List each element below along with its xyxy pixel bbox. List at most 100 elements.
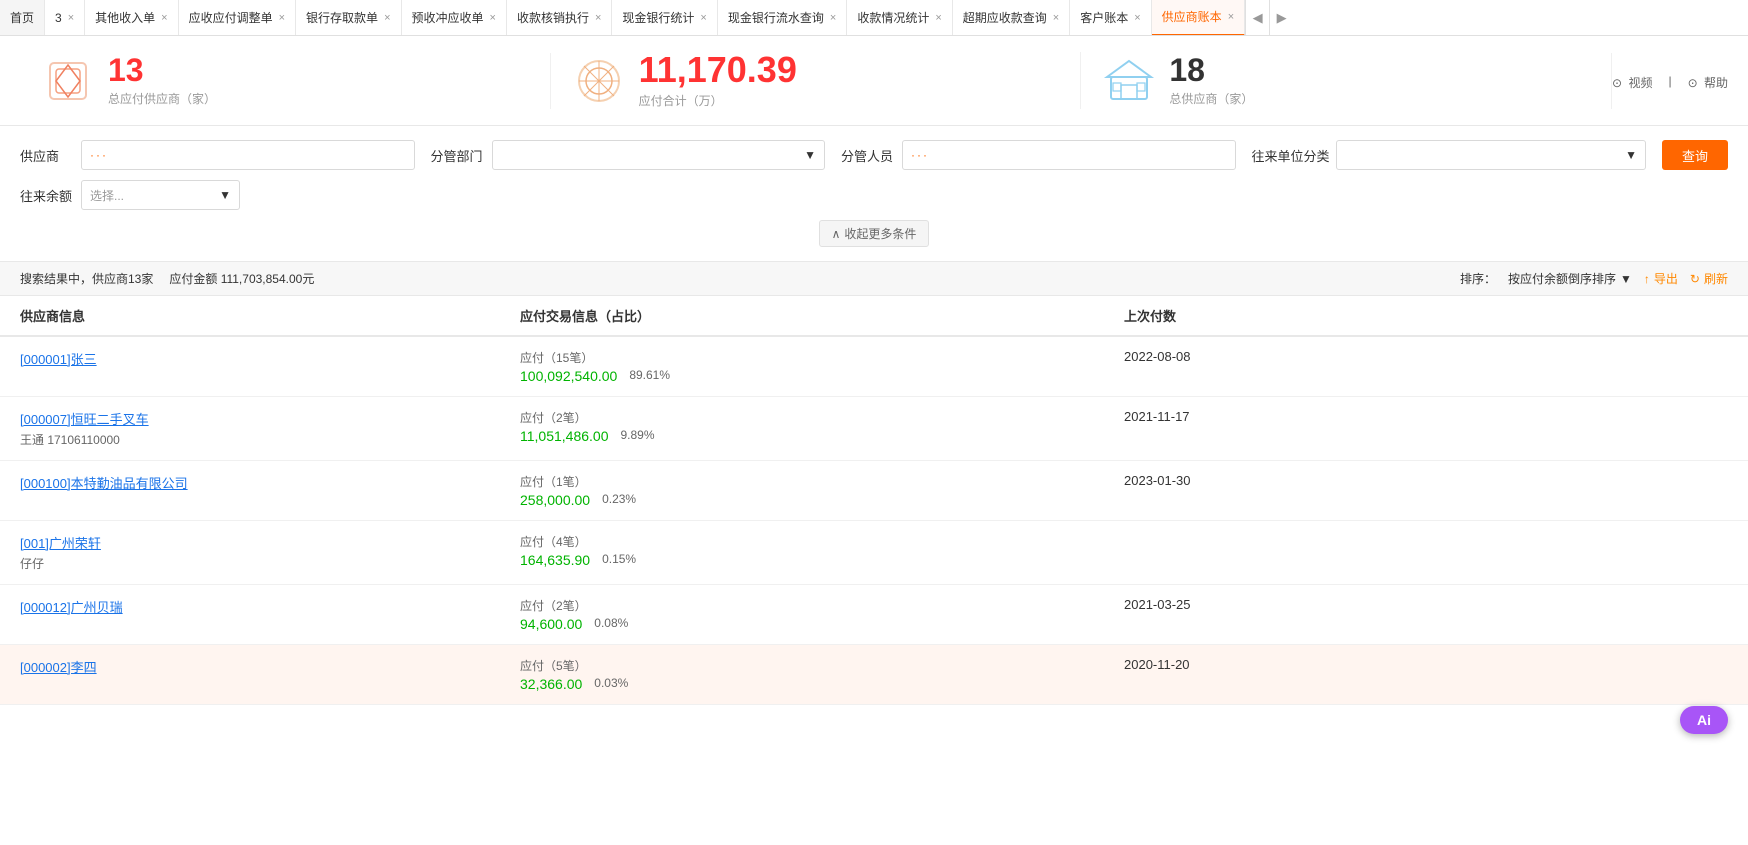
nav-tab-customer-account-label: 客户账本 — [1080, 9, 1128, 26]
tx-row-5: 32,366.00 0.03% — [520, 674, 1124, 692]
category-filter-select[interactable]: ▼ — [1336, 140, 1646, 170]
dots-icon: ··· — [911, 148, 929, 162]
table-row: [000002]李四 应付（5笔） 32,366.00 0.03% 2020-1… — [0, 645, 1748, 705]
supplier-info-4: [000012]广州贝瑞 — [20, 597, 520, 616]
summary-info-2: 11,170.39 应付合计（万） — [639, 52, 797, 109]
tx-label-3: 应付（4笔） — [520, 533, 1124, 550]
nav-tab-cash-bank-stat[interactable]: 现金银行统计 × — [612, 0, 717, 36]
help-link[interactable]: ⊙ 帮助 — [1688, 74, 1728, 91]
tx-amount-4[interactable]: 94,600.00 — [520, 616, 582, 632]
chevron-down-icon: ▼ — [1620, 272, 1632, 286]
supplier-info-2: [000100]本特勤油品有限公司 — [20, 473, 520, 492]
tx-amount-3[interactable]: 164,635.90 — [520, 552, 590, 568]
refresh-button[interactable]: ↻ 刷新 — [1690, 270, 1728, 287]
summary-info-1: 13 总应付供应商（家） — [108, 54, 216, 107]
sort-select[interactable]: 按应付余额倒序排序 ▼ — [1508, 270, 1632, 287]
close-icon[interactable]: × — [1053, 12, 1059, 24]
tx-amount-1[interactable]: 11,051,486.00 — [520, 428, 609, 444]
tx-amount-5[interactable]: 32,366.00 — [520, 676, 582, 692]
last-pay-5: 2020-11-20 — [1124, 657, 1728, 672]
tx-percent-5: 0.03% — [594, 676, 628, 690]
close-icon[interactable]: × — [595, 12, 601, 24]
close-icon[interactable]: × — [1228, 11, 1234, 23]
supplier-link-4[interactable]: [000012]广州贝瑞 — [20, 597, 520, 616]
supplier-filter-input[interactable]: ··· — [81, 140, 415, 170]
nav-tab-advance[interactable]: 预收冲应收单 × — [402, 0, 507, 36]
nav-tab-advance-label: 预收冲应收单 — [412, 9, 484, 26]
close-icon[interactable]: × — [279, 12, 285, 24]
close-icon[interactable]: × — [935, 12, 941, 24]
filter-balance: 往来余额 选择... ▼ — [20, 180, 240, 210]
nav-tab-bank-deposit[interactable]: 银行存取款单 × — [296, 0, 401, 36]
close-icon[interactable]: × — [490, 12, 496, 24]
nav-tab-ar-adjust[interactable]: 应收应付调整单 × — [179, 0, 296, 36]
result-amount: 应付金额 111,703,854.00元 — [169, 270, 314, 287]
tx-row-4: 94,600.00 0.08% — [520, 614, 1124, 632]
total-supplier-count: 18 — [1169, 54, 1253, 86]
query-button[interactable]: 查询 — [1662, 140, 1728, 170]
tx-percent-4: 0.08% — [594, 616, 628, 630]
close-icon[interactable]: × — [161, 12, 167, 24]
nav-tab-3-close[interactable]: × — [68, 12, 74, 24]
close-icon[interactable]: × — [384, 12, 390, 24]
tx-row-3: 164,635.90 0.15% — [520, 550, 1124, 568]
amount-total: 11,170.39 — [639, 52, 797, 88]
collapse-button[interactable]: ∧ 收起更多条件 — [819, 220, 930, 247]
filter-category: 往来单位分类 ▼ — [1252, 140, 1647, 170]
tx-row-2: 258,000.00 0.23% — [520, 490, 1124, 508]
dept-filter-label: 分管部门 — [431, 146, 486, 165]
supplier-link-1[interactable]: [000007]恒旺二手叉车 — [20, 409, 520, 428]
supplier-link-2[interactable]: [000100]本特勤油品有限公司 — [20, 473, 520, 492]
person-filter-input[interactable]: ··· — [902, 140, 1236, 170]
nav-tab-cash-bank-flow[interactable]: 现金银行流水查询 × — [718, 0, 847, 36]
nav-tab-verify-exec[interactable]: 收款核销执行 × — [507, 0, 612, 36]
nav-tab-3[interactable]: 3 × — [45, 0, 85, 36]
chevron-down-icon: ▼ — [1625, 148, 1637, 162]
ai-button[interactable]: Ai — [1680, 706, 1728, 734]
dept-filter-select[interactable]: ▼ — [492, 140, 826, 170]
nav-tab-home[interactable]: 首页 — [0, 0, 45, 36]
nav-tab-customer-account[interactable]: 客户账本 × — [1070, 0, 1151, 36]
table-body: [000001]张三 应付（15笔） 100,092,540.00 89.61%… — [0, 337, 1748, 845]
chevron-down-icon: ▼ — [219, 188, 231, 202]
last-pay-1: 2021-11-17 — [1124, 409, 1728, 424]
balance-filter-select[interactable]: 选择... ▼ — [81, 180, 240, 210]
supplier-link-5[interactable]: [000002]李四 — [20, 657, 520, 676]
table-row: [000012]广州贝瑞 应付（2笔） 94,600.00 0.08% 2021… — [0, 585, 1748, 645]
nav-arrow-right[interactable]: ▶ — [1269, 0, 1293, 36]
nav-tab-overdue[interactable]: 超期应收款查询 × — [953, 0, 1070, 36]
close-icon[interactable]: × — [830, 12, 836, 24]
tx-info-1: 应付（2笔） 11,051,486.00 9.89% — [520, 409, 1124, 444]
nav-tab-collect-stat-label: 收款情况统计 — [857, 9, 929, 26]
nav-tab-collect-stat[interactable]: 收款情况统计 × — [847, 0, 952, 36]
video-link[interactable]: ⊙ 视频 — [1612, 74, 1652, 91]
close-icon[interactable]: × — [700, 12, 706, 24]
close-icon[interactable]: × — [1134, 12, 1140, 24]
summary-item-amount: 11,170.39 应付合计（万） — [551, 52, 1082, 109]
divider: | — [1668, 74, 1671, 88]
supplier-link-3[interactable]: [001]广州荣轩 — [20, 533, 520, 552]
tx-amount-0[interactable]: 100,092,540.00 — [520, 368, 617, 384]
shop-icon — [1101, 53, 1157, 109]
tx-amount-2[interactable]: 258,000.00 — [520, 492, 590, 508]
filter-dept: 分管部门 ▼ — [431, 140, 826, 170]
person-filter-label: 分管人员 — [841, 146, 896, 165]
supplier-info-1: [000007]恒旺二手叉车 王通 17106110000 — [20, 409, 520, 448]
export-button[interactable]: ↑ 导出 — [1644, 270, 1678, 287]
nav-arrow-left[interactable]: ◀ — [1245, 0, 1269, 36]
tx-percent-0: 89.61% — [629, 368, 670, 382]
result-bar: 搜索结果中，供应商13家 应付金额 111,703,854.00元 排序： 按应… — [0, 262, 1748, 296]
filter-row-1: 供应商 ··· 分管部门 ▼ 分管人员 ··· 往来单位分类 ▼ — [20, 140, 1728, 170]
supplier-link-0[interactable]: [000001]张三 — [20, 349, 520, 368]
balance-filter-label: 往来余额 — [20, 186, 75, 205]
nav-tab-supplier-account[interactable]: 供应商账本 × — [1152, 0, 1245, 36]
top-navigation: 首页 3 × 其他收入单 × 应收应付调整单 × 银行存取款单 × 预收冲应收单… — [0, 0, 1748, 36]
video-circle-icon: ⊙ — [1612, 76, 1622, 90]
supplier-count-label: 总应付供应商（家） — [108, 90, 216, 107]
refresh-icon: ↻ — [1690, 272, 1700, 286]
result-actions: 排序： 按应付余额倒序排序 ▼ ↑ 导出 ↻ 刷新 — [1460, 270, 1728, 287]
result-summary: 搜索结果中，供应商13家 应付金额 111,703,854.00元 — [20, 270, 314, 287]
last-pay-4: 2021-03-25 — [1124, 597, 1728, 612]
last-pay-2: 2023-01-30 — [1124, 473, 1728, 488]
nav-tab-other-income[interactable]: 其他收入单 × — [85, 0, 178, 36]
